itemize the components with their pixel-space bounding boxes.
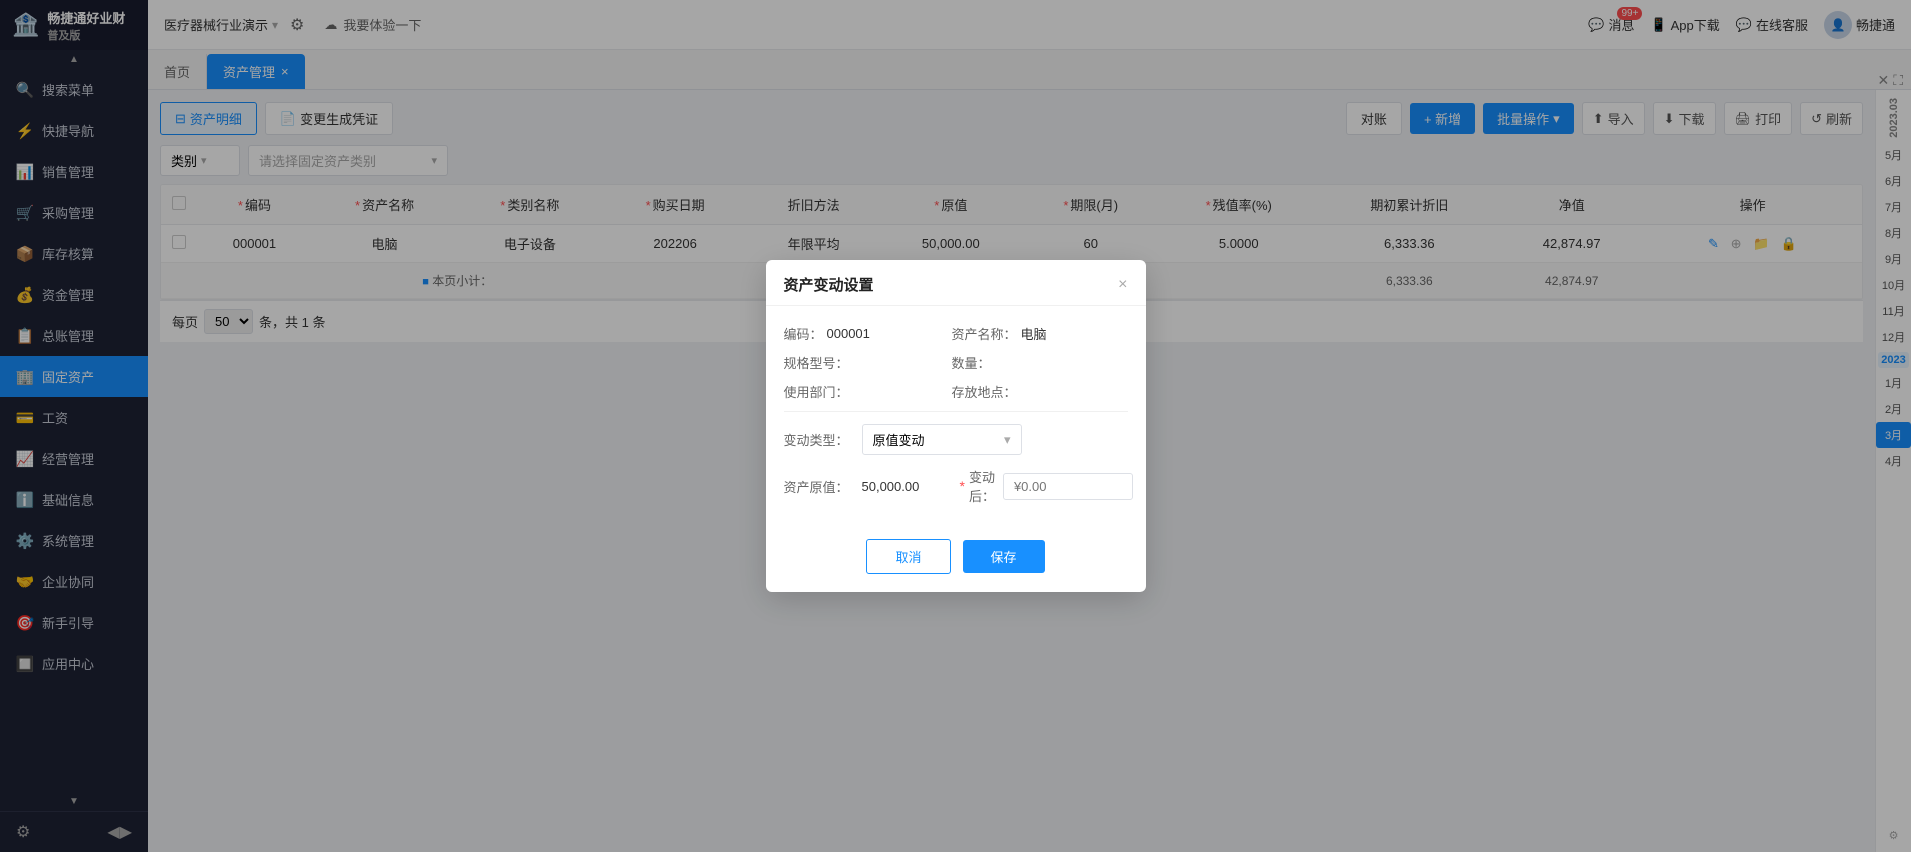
modal-code-field: 编码： 000001	[784, 324, 944, 343]
modal-spec-label: 规格型号：	[784, 353, 849, 372]
modal-original-label: 资产原值：	[784, 477, 854, 496]
modal-dept-field: 使用部门：	[784, 382, 944, 401]
modal-required-star: *	[960, 478, 965, 494]
modal-row-dept-loc: 使用部门： 存放地点：	[784, 382, 1128, 401]
modal-value-row: 资产原值： 50,000.00 * 变动后：	[784, 467, 1128, 505]
modal-divider	[784, 411, 1128, 412]
modal-name-value: 电脑	[1021, 324, 1047, 343]
modal-close-btn[interactable]: ×	[1118, 276, 1127, 294]
modal-original-value: 50,000.00	[862, 479, 952, 494]
save-btn[interactable]: 保存	[963, 540, 1045, 573]
modal-change-type-value: 原值变动	[873, 430, 925, 449]
modal-change-type-arrow: ▾	[1004, 432, 1011, 448]
modal-name-label: 资产名称：	[952, 324, 1017, 343]
modal-change-type-row: 变动类型： 原值变动 ▾	[784, 424, 1128, 455]
modal-dept-label: 使用部门：	[784, 382, 849, 401]
modal-code-value: 000001	[827, 326, 870, 341]
modal-after-wrap: * 变动后：	[960, 467, 1133, 505]
modal-title: 资产变动设置	[784, 274, 874, 295]
modal-qty-field: 数量：	[952, 353, 1112, 372]
modal-footer: 取消 保存	[766, 527, 1146, 592]
cancel-btn[interactable]: 取消	[866, 539, 950, 574]
modal-change-type-select[interactable]: 原值变动 ▾	[862, 424, 1022, 455]
modal-row-spec-qty: 规格型号： 数量：	[784, 353, 1128, 372]
modal-after-label: 变动后：	[969, 467, 995, 505]
modal-row-code-name: 编码： 000001 资产名称： 电脑	[784, 324, 1128, 343]
modal-location-label: 存放地点：	[952, 382, 1017, 401]
asset-change-modal: 资产变动设置 × 编码： 000001 资产名称： 电脑 规格型号：	[766, 260, 1146, 592]
modal-name-field: 资产名称： 电脑	[952, 324, 1112, 343]
modal-qty-label: 数量：	[952, 353, 991, 372]
modal-header: 资产变动设置 ×	[766, 260, 1146, 306]
modal-change-type-label: 变动类型：	[784, 430, 854, 449]
modal-location-field: 存放地点：	[952, 382, 1112, 401]
modal-code-label: 编码：	[784, 324, 823, 343]
modal-after-input[interactable]	[1003, 473, 1133, 500]
modal-overlay[interactable]: 资产变动设置 × 编码： 000001 资产名称： 电脑 规格型号：	[0, 0, 1911, 852]
modal-body: 编码： 000001 资产名称： 电脑 规格型号： 数量：	[766, 306, 1146, 527]
modal-spec-field: 规格型号：	[784, 353, 944, 372]
